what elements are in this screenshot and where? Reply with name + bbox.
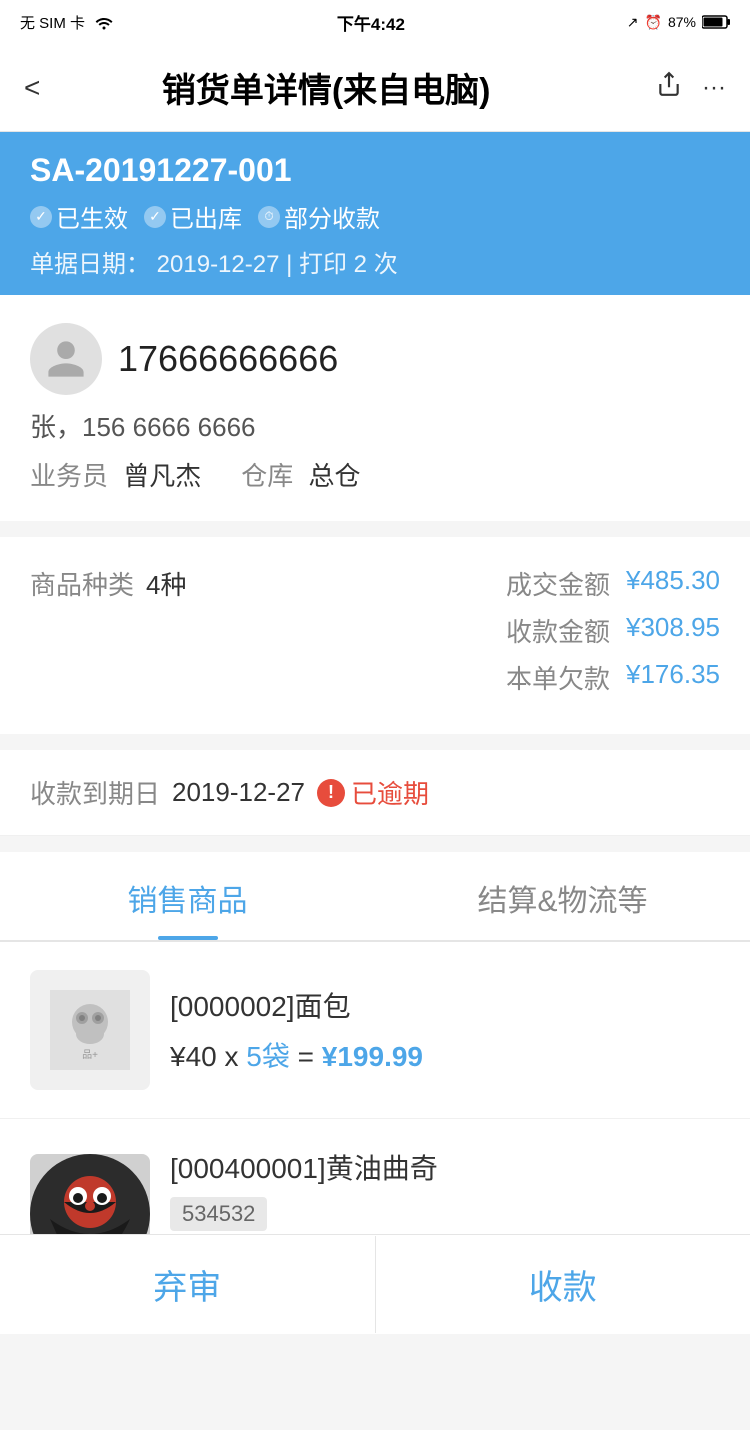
- svg-text:品+: 品+: [82, 1049, 98, 1061]
- amount-label: 成交金额: [506, 565, 610, 602]
- battery-text: 87%: [668, 14, 696, 30]
- collect-payment-button[interactable]: 收款: [376, 1236, 750, 1333]
- status-bar: 无 SIM 卡 下午4:42 ↗ ⏰ 87%: [0, 0, 750, 44]
- overdue-text: 已逾期: [351, 774, 429, 811]
- product-info-bread: [0000002]面包 ¥40 x 5袋 = ¥199.99: [170, 985, 720, 1075]
- check-icon-1: ✓: [30, 206, 52, 228]
- status-left: 无 SIM 卡: [20, 12, 115, 33]
- sales-value: 曾凡杰: [123, 461, 201, 491]
- product-price-bread: ¥40 x 5袋 = ¥199.99: [170, 1035, 720, 1075]
- summary-section: 商品种类 4种 成交金额 ¥485.30 收款金额 ¥308.95 本单欠款 ¥…: [0, 537, 750, 734]
- clock-icon: ⏱: [258, 206, 280, 228]
- tab-sales-products[interactable]: 销售商品: [0, 852, 375, 940]
- list-item: 品+ [0000002]面包 ¥40 x 5袋 = ¥199.99: [0, 942, 750, 1119]
- order-id: SA-20191227-001: [30, 152, 720, 189]
- debt-row: 本单欠款 ¥176.35: [375, 659, 720, 696]
- alarm-icon: ⏰: [645, 14, 662, 31]
- wifi-icon: [93, 14, 115, 30]
- product-sku: 534532: [170, 1197, 267, 1231]
- received-label: 收款金额: [506, 612, 610, 649]
- type-label: 商品种类: [30, 565, 134, 602]
- sales-meta: 业务员 曾凡杰: [30, 456, 201, 493]
- check-icon-2: ✓: [144, 206, 166, 228]
- badge-partial-payment: ⏱ 部分收款: [258, 199, 380, 234]
- more-button[interactable]: ···: [702, 74, 726, 102]
- product-type-row: 商品种类 4种: [30, 565, 375, 602]
- order-badges: ✓ 已生效 ✓ 已出库 ⏱ 部分收款: [30, 199, 720, 234]
- customer-meta: 业务员 曾凡杰 仓库 总仓: [30, 456, 720, 493]
- warehouse-label: 仓库: [241, 461, 293, 491]
- page-title: 销货单详情(来自电脑): [0, 63, 656, 112]
- summary-right: 成交金额 ¥485.30 收款金额 ¥308.95 本单欠款 ¥176.35: [375, 565, 720, 706]
- tab-settlement-logistics[interactable]: 结算&物流等: [375, 852, 750, 940]
- received-row: 收款金额 ¥308.95: [375, 612, 720, 649]
- order-date: 单据日期： 2019-12-27 | 打印 2 次: [30, 244, 720, 279]
- carrier-text: 无 SIM 卡: [20, 12, 85, 33]
- status-right: ↗ ⏰ 87%: [627, 14, 730, 31]
- product-image-bread: 品+: [30, 970, 150, 1090]
- badge-effective: ✓ 已生效: [30, 199, 128, 234]
- sales-label: 业务员: [30, 461, 108, 491]
- warehouse-meta: 仓库 总仓: [241, 456, 360, 493]
- badge-shipped: ✓ 已出库: [144, 199, 242, 234]
- debt-value: ¥176.35: [626, 659, 720, 696]
- overdue-badge: ! 已逾期: [317, 774, 429, 811]
- received-value: ¥308.95: [626, 612, 720, 649]
- share-button[interactable]: [656, 71, 682, 104]
- summary-left: 商品种类 4种: [30, 565, 375, 608]
- due-date-section: 收款到期日 2019-12-27 ! 已逾期: [0, 750, 750, 836]
- overdue-icon: !: [317, 779, 345, 807]
- product-code-cookie: [000400001]黄油曲奇: [170, 1147, 720, 1187]
- nav-bar: < 销货单详情(来自电脑) ···: [0, 44, 750, 132]
- product-code-bread: [0000002]面包: [170, 985, 720, 1025]
- amount-value: ¥485.30: [626, 565, 720, 602]
- customer-name-phone: 张，156 6666 6666: [30, 407, 720, 444]
- customer-phone: 17666666666: [118, 338, 338, 380]
- warehouse-value: 总仓: [309, 461, 361, 491]
- battery-icon: [702, 15, 730, 29]
- due-label: 收款到期日: [30, 774, 160, 811]
- nav-actions: ···: [656, 71, 726, 104]
- cancel-audit-button[interactable]: 弃审: [0, 1236, 376, 1333]
- customer-section: 17666666666 张，156 6666 6666 业务员 曾凡杰 仓库 总…: [0, 295, 750, 521]
- due-date-value: 2019-12-27: [172, 777, 305, 808]
- tabs-section: 销售商品 结算&物流等: [0, 852, 750, 942]
- debt-label: 本单欠款: [506, 659, 610, 696]
- status-time: 下午4:42: [337, 10, 405, 35]
- amount-row: 成交金额 ¥485.30: [375, 565, 720, 602]
- customer-row: 17666666666: [30, 323, 720, 395]
- avatar: [30, 323, 102, 395]
- order-header: SA-20191227-001 ✓ 已生效 ✓ 已出库 ⏱ 部分收款 单据日期：…: [0, 132, 750, 295]
- bottom-bar: 弃审 收款: [0, 1234, 750, 1334]
- location-icon: ↗: [627, 14, 639, 31]
- type-count: 4种: [146, 565, 186, 602]
